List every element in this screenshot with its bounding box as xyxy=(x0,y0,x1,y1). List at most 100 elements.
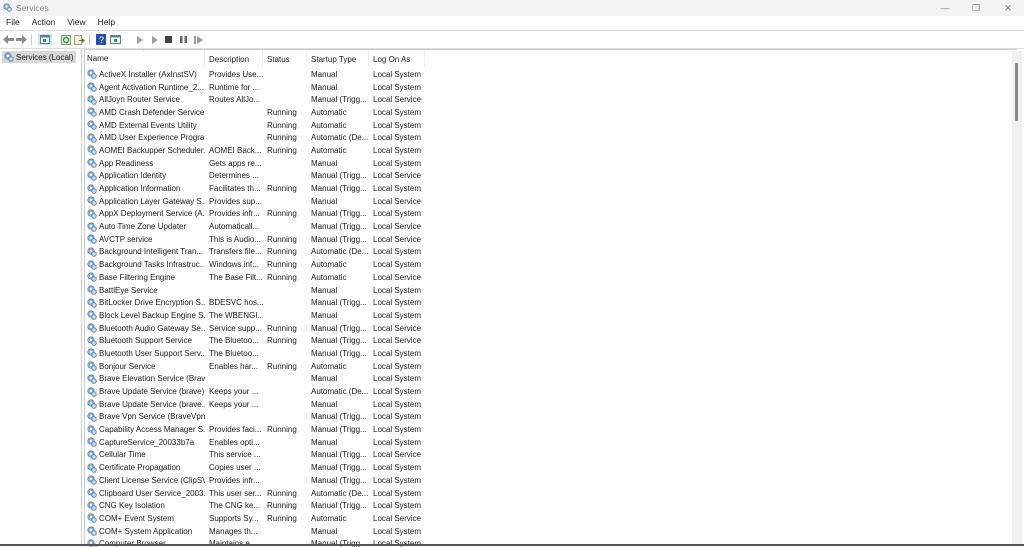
service-name: Application Information xyxy=(99,184,181,194)
service-row[interactable]: Application Information Facilitates th...… xyxy=(85,182,425,195)
service-name-cell: AVCTP service xyxy=(85,234,205,244)
service-name: AMD User Experience Progra... xyxy=(99,133,205,143)
service-row[interactable]: ActiveX Installer (AxInstSV) Provides Use… xyxy=(85,68,425,81)
service-row[interactable]: AllJoyn Router Service Routes AllJo... Man… xyxy=(85,93,425,106)
service-row[interactable]: Agent Activation Runtime_2... Runtime for… xyxy=(85,81,425,94)
service-row[interactable]: Brave Elevation Service (Brav... Manual Lo… xyxy=(85,373,425,386)
column-header-description[interactable]: Description xyxy=(205,50,263,67)
service-startup-type: Automatic (De... xyxy=(311,133,369,143)
service-description: Service supp... xyxy=(209,323,262,333)
refresh-icon[interactable] xyxy=(60,34,71,45)
service-row[interactable]: AMD External Events Utility Running Automa… xyxy=(85,119,425,132)
service-status: Running xyxy=(267,513,297,523)
service-gear-icon xyxy=(87,425,97,435)
service-log-on-as: Local Service xyxy=(373,95,422,105)
export-list-icon[interactable] xyxy=(74,34,85,45)
service-startup-type: Manual (Trigg... xyxy=(311,222,367,232)
service-startup-type: Manual (Trigg... xyxy=(311,412,367,422)
service-row[interactable]: App Readiness Gets apps re... Manual Local … xyxy=(85,157,425,170)
service-description: Provides Use... xyxy=(209,69,263,79)
service-name: Cellular Time xyxy=(99,450,146,460)
column-header-log-on-as[interactable]: Log On As xyxy=(369,50,425,67)
service-gear-icon xyxy=(87,310,97,320)
close-button[interactable]: ✕ xyxy=(992,0,1024,16)
service-log-on-as: Local System xyxy=(373,298,422,308)
tree-item-services-local[interactable]: Services (Local) xyxy=(2,51,77,63)
service-status: Running xyxy=(267,323,297,333)
service-row[interactable]: Client License Service (ClipSV... Provide… xyxy=(85,474,425,487)
service-row[interactable]: Base Filtering Engine The Base Filt... Run… xyxy=(85,271,425,284)
service-row[interactable]: AOMEI Backupper Scheduler... AOMEI Back..… xyxy=(85,144,425,157)
service-name: Application Layer Gateway S... xyxy=(99,196,205,206)
service-name-cell: ActiveX Installer (AxInstSV) xyxy=(85,69,205,79)
properties-icon[interactable] xyxy=(110,34,121,45)
minimize-button[interactable]: — xyxy=(929,0,961,16)
start-service-icon[interactable] xyxy=(134,34,145,45)
service-row[interactable]: Auto Time Zone Updater Automaticall... Man… xyxy=(85,220,425,233)
service-startup-type: Manual xyxy=(311,310,338,320)
service-row[interactable]: Clipboard User Service_2003... This user … xyxy=(85,487,425,500)
menu-action[interactable]: Action xyxy=(26,16,62,29)
service-row[interactable]: Brave Update Service (brave) Keeps your .… xyxy=(85,385,425,398)
stop-service-icon[interactable] xyxy=(163,34,174,45)
service-startup-type: Automatic (De... xyxy=(311,247,369,257)
forward-icon[interactable] xyxy=(16,34,27,45)
service-name: Bluetooth User Support Serv... xyxy=(99,348,205,358)
service-name-cell: Bluetooth Support Service xyxy=(85,336,205,346)
service-row[interactable]: CNG Key Isolation The CNG ke... Running Man… xyxy=(85,499,425,512)
window-title: Services xyxy=(16,3,49,13)
service-gear-icon xyxy=(87,399,97,409)
service-description: This user ser... xyxy=(209,488,262,498)
service-row[interactable]: Bluetooth Audio Gateway Se... Service sup… xyxy=(85,322,425,335)
service-row[interactable]: Capability Access Manager S... Provides f… xyxy=(85,423,425,436)
service-name-cell: AMD User Experience Progra... xyxy=(85,133,205,143)
service-log-on-as: Local Service xyxy=(373,196,422,206)
service-row[interactable]: BattlEye Service Manual Local System xyxy=(85,284,425,297)
service-log-on-as: Local System xyxy=(373,120,422,130)
service-row[interactable]: Background Tasks Infrastruc... Windows in… xyxy=(85,258,425,271)
service-description: Provides sup... xyxy=(209,196,262,206)
service-row[interactable]: Application Layer Gateway S... Provides s… xyxy=(85,195,425,208)
resume-service-icon[interactable] xyxy=(193,34,204,45)
service-log-on-as: Local Service xyxy=(373,450,422,460)
maximize-button[interactable]: ❐ xyxy=(960,0,992,16)
show-hide-console-tree-icon[interactable] xyxy=(38,34,52,45)
service-row[interactable]: Bluetooth Support Service The Bluetoo... R… xyxy=(85,334,425,347)
vertical-scrollbar[interactable] xyxy=(1012,51,1022,546)
service-gear-icon xyxy=(87,196,97,206)
pause-service-icon[interactable] xyxy=(178,34,189,45)
toolbar-separator xyxy=(89,34,90,45)
service-row[interactable]: Background Intelligent Tran... Transfers … xyxy=(85,246,425,259)
service-name: Agent Activation Runtime_2... xyxy=(99,82,204,92)
service-row[interactable]: AMD User Experience Progra... Running Auto… xyxy=(85,131,425,144)
service-row[interactable]: AppX Deployment Service (A... Provides in… xyxy=(85,208,425,221)
help-icon[interactable]: ? xyxy=(95,34,106,45)
service-row[interactable]: CaptureService_20033b7a Enables opti... Ma… xyxy=(85,436,425,449)
service-row[interactable]: COM+ System Application Manages th... Manu… xyxy=(85,525,425,538)
service-row[interactable]: Bluetooth User Support Serv... The Blueto… xyxy=(85,347,425,360)
service-name-cell: COM+ Event System xyxy=(85,513,205,523)
start-service-alt-icon[interactable] xyxy=(149,34,160,45)
service-name-cell: AppX Deployment Service (A... xyxy=(85,209,205,219)
service-status: Running xyxy=(267,272,297,282)
menu-help[interactable]: Help xyxy=(92,16,121,29)
column-header-startup-type[interactable]: Startup Type xyxy=(307,50,369,67)
service-row[interactable]: Brave Vpn Service (BraveVpn... Manual (Tr… xyxy=(85,411,425,424)
service-row[interactable]: BitLocker Drive Encryption S... BDESVC ho… xyxy=(85,296,425,309)
service-row[interactable]: Application Identity Determines ... Manual… xyxy=(85,170,425,183)
service-row[interactable]: AVCTP service This is Audio... Running Manu… xyxy=(85,233,425,246)
service-row[interactable]: Brave Update Service (brave... Keeps your… xyxy=(85,398,425,411)
menu-file[interactable]: File xyxy=(0,16,26,29)
service-startup-type: Manual (Trigg... xyxy=(311,171,367,181)
service-row[interactable]: Cellular Time This service ... Manual (Tri… xyxy=(85,449,425,462)
service-gear-icon xyxy=(87,336,97,346)
menu-view[interactable]: View xyxy=(61,16,91,29)
service-row[interactable]: Block Level Backup Engine S... The WBENGI… xyxy=(85,309,425,322)
service-row[interactable]: Certificate Propagation Copies user ... Ma… xyxy=(85,461,425,474)
service-row[interactable]: AMD Crash Defender Service Running Automat… xyxy=(85,106,425,119)
column-header-status[interactable]: Status xyxy=(263,50,307,67)
service-row[interactable]: COM+ Event System Supports Sy... Running Au… xyxy=(85,512,425,525)
service-row[interactable]: Bonjour Service Enables har... Running Auto… xyxy=(85,360,425,373)
scrollbar-thumb[interactable] xyxy=(1015,63,1018,121)
back-icon[interactable] xyxy=(3,34,14,45)
